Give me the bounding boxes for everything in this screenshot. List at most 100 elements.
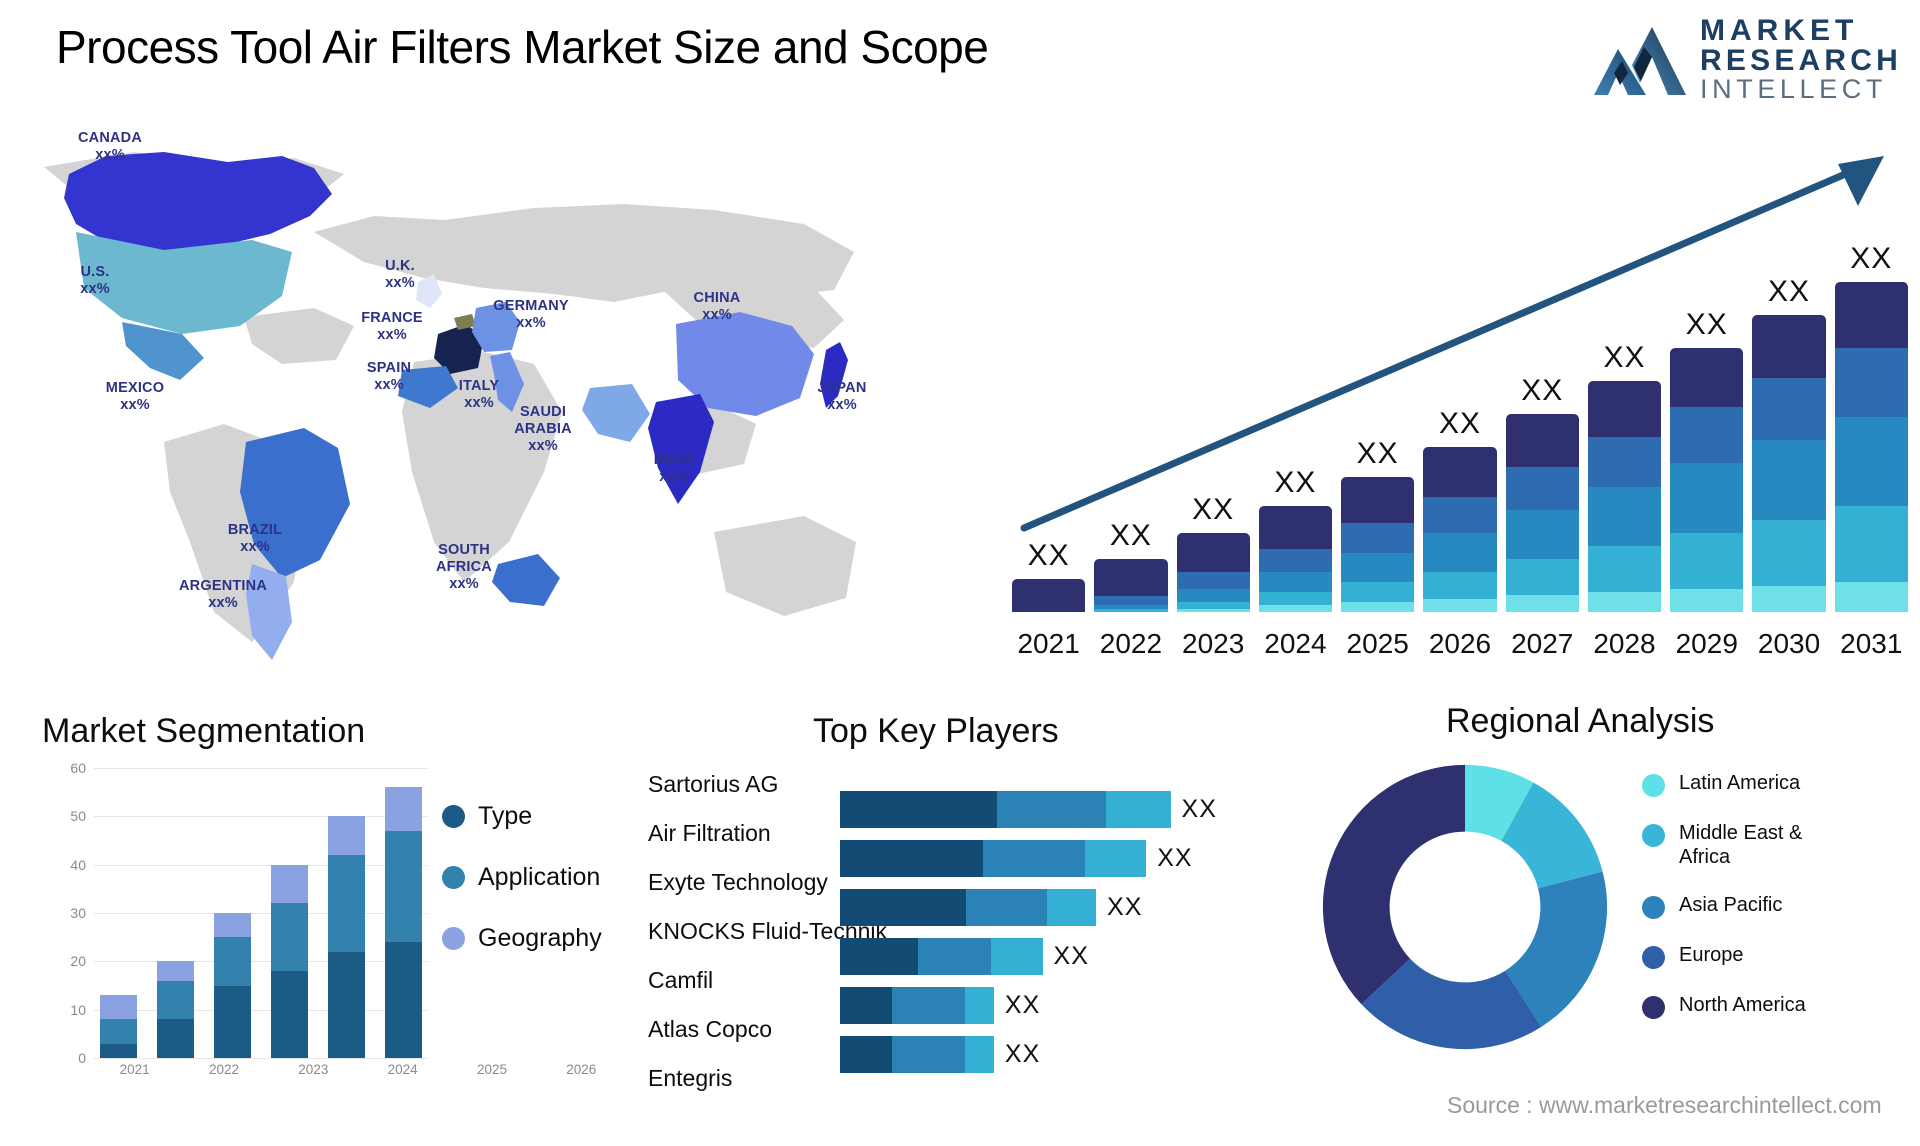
player-bar-segment: [891, 1036, 965, 1073]
world-map: CANADA xx% U.S. xx% MEXICO xx% BRAZIL xx…: [14, 112, 894, 672]
growth-bar-segment: [1670, 348, 1744, 408]
player-bar-segment: [964, 1036, 994, 1073]
top-key-players-title: Top Key Players: [813, 712, 1059, 750]
player-bar-list: XX XX XX XX XX XX: [840, 785, 1310, 1079]
player-bar-segment: [1047, 889, 1096, 926]
growth-bar-value-label: XX: [1603, 341, 1646, 374]
growth-bar-segment: [1670, 532, 1744, 589]
regional-legend-item[interactable]: North America: [1642, 994, 1806, 1020]
player-bar-row: XX: [840, 834, 1310, 883]
growth-bar: [1012, 579, 1086, 612]
growth-bar: [1094, 559, 1168, 612]
growth-bar: [1670, 348, 1744, 612]
growth-bar-segment: [1341, 522, 1415, 553]
growth-bar-segment: [1423, 447, 1497, 497]
regional-analysis-chart: Regional Analysis Latin America Middle Ea…: [1306, 702, 1916, 1142]
growth-bar-column: XX: [1176, 212, 1250, 612]
growth-year-label: 2028: [1593, 628, 1656, 659]
donut-slice[interactable]: [1322, 764, 1465, 1005]
growth-year-label: 2030: [1757, 628, 1821, 659]
brand-logo: MARKET RESEARCH INTELLECT: [1594, 16, 1902, 103]
growth-bar: [1258, 506, 1333, 612]
regional-donut-chart: [1322, 764, 1608, 1050]
growth-bar: [1834, 282, 1908, 612]
growth-bar-column: XX: [1587, 212, 1662, 612]
growth-bar-segment: [1423, 598, 1497, 612]
segmentation-x-label: 2024: [387, 1062, 418, 1077]
player-bar-segment: [982, 840, 1085, 877]
player-bar: [840, 840, 1147, 877]
growth-bar-value-label: XX: [1109, 519, 1152, 553]
growth-bar-segment: [1176, 588, 1250, 603]
growth-bar-segment: [1258, 572, 1333, 593]
growth-bar-segment: [1423, 532, 1497, 573]
growth-bar: [1341, 476, 1415, 612]
growth-bar-segment: [1505, 509, 1579, 560]
growth-bar-segment: [1341, 602, 1415, 612]
segmentation-bar-segment: [385, 787, 422, 831]
regional-legend-item[interactable]: Asia Pacific: [1642, 894, 1806, 920]
player-bar-segment: [966, 889, 1048, 926]
segmentation-bar-segment: [214, 937, 251, 986]
growth-bar-segment: [1176, 532, 1250, 573]
segmentation-plot: 60 50 40 30 20 10 0: [58, 760, 428, 1066]
segmentation-legend-item[interactable]: Geography: [442, 924, 602, 953]
growth-bar-segment: [1587, 486, 1662, 546]
source-text: Source : www.marketresearchintellect.com: [1447, 1092, 1882, 1118]
regional-legend-item[interactable]: Middle East & Africa: [1642, 822, 1806, 869]
growth-bar-segment: [1587, 545, 1662, 593]
segmentation-x-label: 2025: [476, 1062, 507, 1077]
legend-dot-icon: [442, 805, 465, 828]
player-bar-value-label: XX: [1053, 942, 1089, 970]
segmentation-x-label: 2023: [298, 1062, 329, 1077]
growth-bar-value-label: XX: [1274, 466, 1317, 500]
regional-analysis-title: Regional Analysis: [1446, 702, 1715, 740]
segmentation-bar-segment: [328, 951, 365, 1058]
growth-bar-column: XX: [1505, 212, 1579, 612]
growth-bar: [1752, 315, 1826, 612]
market-segmentation-chart: Market Segmentation 60 50 40 30 20 10 0 2021 20…: [42, 712, 622, 1132]
growth-bar-segment: [1587, 437, 1662, 487]
segmentation-bar: [214, 768, 251, 1058]
segmentation-bar-segment: [100, 1043, 137, 1058]
segmentation-bar-segment: [214, 985, 251, 1058]
legend-dot-icon: [1642, 996, 1665, 1020]
growth-bar-segment: [1176, 608, 1250, 612]
regional-legend-item[interactable]: Europe: [1642, 944, 1806, 970]
growth-bar-segment: [1834, 282, 1908, 348]
growth-bar-segment: [1341, 582, 1415, 603]
growth-bar-segment: [1423, 572, 1497, 599]
legend-dot-icon: [442, 927, 465, 950]
player-bar-value-label: XX: [1107, 893, 1143, 921]
segmentation-legend-item[interactable]: Type: [442, 802, 602, 831]
growth-bar-column: XX: [1834, 212, 1908, 612]
growth-bars: XX XX XX XX XX XX XX XX XX XX XX: [1012, 212, 1908, 612]
segmentation-gridline: [94, 1058, 428, 1059]
growth-bar-value-label: XX: [1768, 275, 1811, 308]
growth-bar-segment: [1587, 592, 1662, 612]
segmentation-bar-segment: [157, 961, 194, 981]
legend-dot-icon: [1642, 774, 1665, 797]
growth-bar-value-label: XX: [1192, 492, 1235, 526]
segmentation-legend-item[interactable]: Application: [442, 863, 602, 892]
growth-bar-value-label: XX: [1356, 436, 1399, 470]
player-bar-segment: [990, 938, 1043, 975]
segmentation-y-tick: 50: [70, 808, 86, 825]
segmentation-legend-label: Geography: [478, 924, 602, 952]
player-bar-row: XX: [840, 981, 1310, 1030]
growth-year-label: 2026: [1428, 628, 1492, 659]
growth-bar-segment: [1670, 463, 1744, 533]
growth-bar-value-label: XX: [1685, 308, 1728, 341]
segmentation-bar: [385, 768, 422, 1058]
segmentation-bar-segment: [100, 995, 137, 1020]
growth-bar-segment: [1752, 585, 1826, 612]
growth-bar-segment: [1505, 595, 1579, 612]
regional-legend-item[interactable]: Latin America: [1642, 772, 1806, 797]
segmentation-y-tick: 30: [70, 905, 86, 921]
segmentation-x-label: 2022: [208, 1062, 240, 1077]
player-bar: [840, 938, 1043, 975]
logo-wordmark: MARKET RESEARCH INTELLECT: [1700, 16, 1902, 103]
player-bar-segment: [1105, 791, 1171, 828]
player-bar-segment: [840, 840, 983, 877]
segmentation-bar: [271, 768, 308, 1058]
